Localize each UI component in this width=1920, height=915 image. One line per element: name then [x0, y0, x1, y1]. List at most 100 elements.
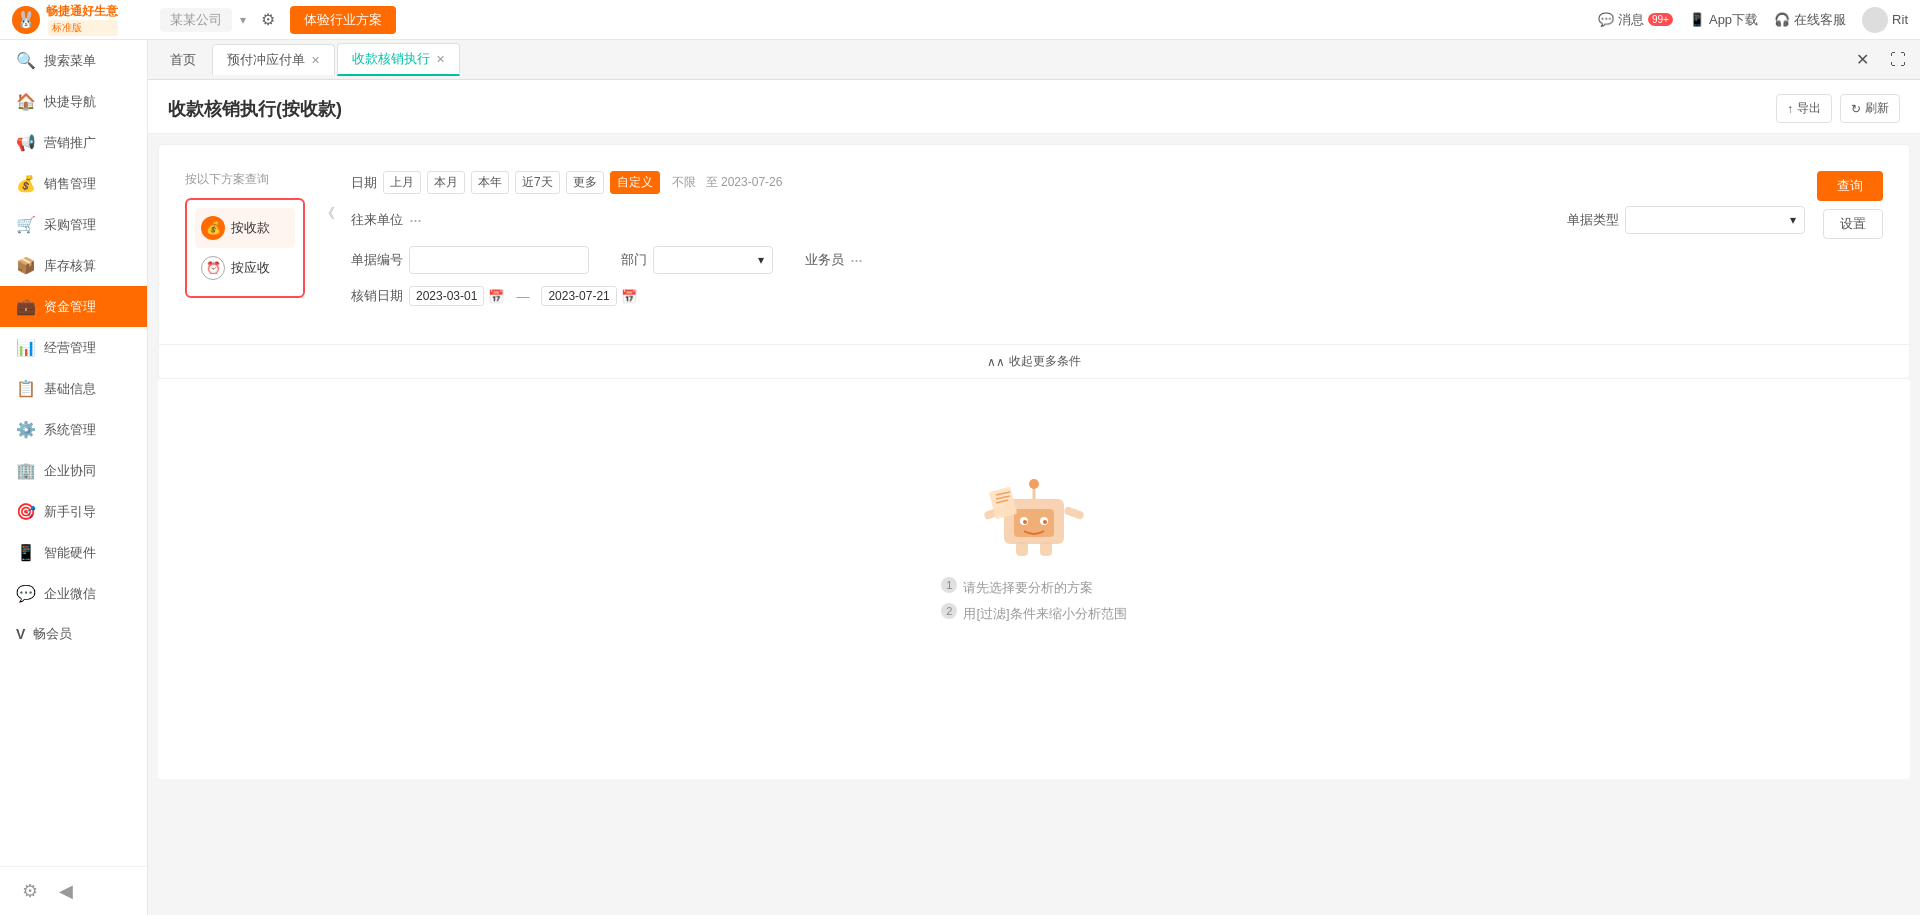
vip-icon: V	[16, 626, 25, 642]
sidebar-item-search-menu[interactable]: 🔍 搜索菜单	[0, 40, 147, 81]
svg-point-4	[1023, 520, 1027, 524]
sidebar-item-inventory[interactable]: 📦 库存核算	[0, 245, 147, 286]
sidebar-item-label: 新手引导	[44, 503, 96, 521]
sidebar-item-system[interactable]: ⚙️ 系统管理	[0, 409, 147, 450]
sidebar-item-newbie[interactable]: 🎯 新手引导	[0, 491, 147, 532]
sidebar-item-vip[interactable]: V 畅会员	[0, 614, 147, 654]
date-this-month-btn[interactable]: 本月	[427, 171, 465, 194]
sidebar-item-basic-info[interactable]: 📋 基础信息	[0, 368, 147, 409]
filter-container: 按以下方案查询 💰 按收款 ⏰ 按应收 《	[158, 144, 1910, 379]
sidebar-item-marketing[interactable]: 📢 营销推广	[0, 122, 147, 163]
date-7days-btn[interactable]: 近7天	[515, 171, 560, 194]
sidebar-item-sales[interactable]: 💰 销售管理	[0, 163, 147, 204]
sidebar-item-label: 营销推广	[44, 134, 96, 152]
sidebar-item-smart-hw[interactable]: 📱 智能硬件	[0, 532, 147, 573]
empty-state: 1 请先选择要分析的方案 2 用[过滤]条件来缩小分析范围	[158, 379, 1910, 707]
sidebar-item-label: 基础信息	[44, 380, 96, 398]
app-download-btn[interactable]: 📱 App下载	[1689, 11, 1758, 29]
date-this-year-btn[interactable]: 本年	[471, 171, 509, 194]
search-icon: 🔍	[16, 51, 36, 70]
filter-option-by-receipt[interactable]: 💰 按收款	[195, 208, 295, 248]
date-range-field: 不限 至 2023-07-26	[672, 174, 787, 191]
query-button[interactable]: 查询	[1817, 171, 1883, 201]
sidebar-item-wechat[interactable]: 💬 企业微信	[0, 573, 147, 614]
sidebar-item-label: 系统管理	[44, 421, 96, 439]
empty-svg	[974, 459, 1094, 559]
tab-expand-btn[interactable]: ⛶	[1884, 46, 1912, 74]
sidebar-item-purchase[interactable]: 🛒 采购管理	[0, 204, 147, 245]
newbie-icon: 🎯	[16, 502, 36, 521]
collapse-more-btn[interactable]: ∧∧ 收起更多条件	[159, 344, 1909, 378]
calendar-start-icon[interactable]: 📅	[488, 289, 504, 304]
filter-fields: 日期 上月 本月 本年 近7天 更多 自定义	[351, 171, 1805, 318]
settings-icon[interactable]: ⚙	[254, 6, 282, 34]
sidebar-settings-btn[interactable]: ⚙	[16, 877, 44, 905]
verify-date-end: 2023-07-21 📅	[541, 286, 636, 306]
sidebar-item-label: 采购管理	[44, 216, 96, 234]
sidebar-collapse-btn[interactable]: ◀	[52, 877, 80, 905]
collapse-icon: ∧∧	[987, 355, 1005, 369]
tab-close-prepay[interactable]: ✕	[311, 54, 320, 67]
filter-sidebar-title: 按以下方案查询	[185, 171, 305, 188]
filter-collapse-btn[interactable]: 《	[317, 201, 339, 227]
date-label: 日期	[351, 174, 377, 192]
sidebar-item-label: 企业微信	[44, 585, 96, 603]
svg-point-11	[1029, 479, 1039, 489]
message-btn[interactable]: 💬 消息 99+	[1598, 11, 1673, 29]
bill-no-field: 单据编号	[351, 246, 589, 274]
export-button[interactable]: ↑ 导出	[1776, 94, 1832, 123]
online-service-btn[interactable]: 🎧 在线客服	[1774, 11, 1846, 29]
svg-rect-8	[1016, 542, 1028, 556]
counterpart-dots[interactable]: ···	[409, 210, 421, 231]
date-last-month-btn[interactable]: 上月	[383, 171, 421, 194]
capital-icon: 💼	[16, 297, 36, 316]
wechat-icon: 💬	[16, 584, 36, 603]
verify-date-row: 核销日期 2023-03-01 📅 — 2023-07-21 📅	[351, 286, 1805, 306]
date-custom-btn[interactable]: 自定义	[610, 171, 660, 194]
dept-field: 部门 ▾	[621, 246, 773, 274]
tab-home[interactable]: 首页	[156, 45, 210, 75]
sidebar-item-quick-nav[interactable]: 🏠 快捷导航	[0, 81, 147, 122]
user-area[interactable]: Rit	[1862, 7, 1908, 33]
calendar-end-icon[interactable]: 📅	[621, 289, 637, 304]
solution-button[interactable]: 体验行业方案	[290, 6, 396, 34]
billno-row: 单据编号 部门 ▾ 业务员	[351, 246, 1805, 274]
sidebar-item-label: 畅会员	[33, 625, 72, 643]
bill-type-label: 单据类型	[1567, 211, 1619, 229]
page-actions: ↑ 导出 ↻ 刷新	[1776, 94, 1900, 123]
counterpart-row: 往来单位 ··· 单据类型 ▾	[351, 206, 1805, 234]
bill-no-input[interactable]	[409, 246, 589, 274]
avatar	[1862, 7, 1888, 33]
tab-close-receipt[interactable]: ✕	[436, 53, 445, 66]
headset-icon: 🎧	[1774, 12, 1790, 27]
top-bar-middle: 某某公司 ▾ ⚙ 体验行业方案	[160, 6, 1598, 34]
chevron-down-icon[interactable]: ▾	[240, 13, 246, 27]
tab-prepay[interactable]: 预付冲应付单 ✕	[212, 44, 335, 75]
sidebar-item-operation[interactable]: 📊 经营管理	[0, 327, 147, 368]
tab-bar: 首页 预付冲应付单 ✕ 收款核销执行 ✕ ✕ ⛶	[148, 40, 1920, 80]
refresh-button[interactable]: ↻ 刷新	[1840, 94, 1900, 123]
sidebar-bottom: ⚙ ◀	[0, 866, 147, 915]
operation-icon: 📊	[16, 338, 36, 357]
dept-select[interactable]: ▾	[653, 246, 773, 274]
staff-dots[interactable]: ···	[850, 250, 862, 271]
sidebar-item-capital[interactable]: 💼 资金管理	[0, 286, 147, 327]
by-receipt-icon: 💰	[201, 216, 225, 240]
sidebar-item-label: 快捷导航	[44, 93, 96, 111]
date-more-btn[interactable]: 更多	[566, 171, 604, 194]
sidebar-item-label: 资金管理	[44, 298, 96, 316]
dept-label: 部门	[621, 251, 647, 269]
empty-tips: 1 请先选择要分析的方案 2 用[过滤]条件来缩小分析范围	[941, 575, 1126, 627]
tab-receipt[interactable]: 收款核销执行 ✕	[337, 43, 460, 76]
inventory-icon: 📦	[16, 256, 36, 275]
date-row: 日期 上月 本月 本年 近7天 更多 自定义	[351, 171, 1805, 194]
tab-close-all-btn[interactable]: ✕	[1848, 46, 1876, 74]
marketing-icon: 📢	[16, 133, 36, 152]
date-quick-group: 上月 本月 本年 近7天 更多 自定义	[383, 171, 660, 194]
filter-options-box: 💰 按收款 ⏰ 按应收	[185, 198, 305, 298]
sidebar-item-enterprise[interactable]: 🏢 企业协同	[0, 450, 147, 491]
svg-point-5	[1043, 520, 1047, 524]
bill-type-select[interactable]: ▾	[1625, 206, 1805, 234]
filter-option-by-receivable[interactable]: ⏰ 按应收	[195, 248, 295, 288]
filter-settings-button[interactable]: 设置	[1823, 209, 1883, 239]
